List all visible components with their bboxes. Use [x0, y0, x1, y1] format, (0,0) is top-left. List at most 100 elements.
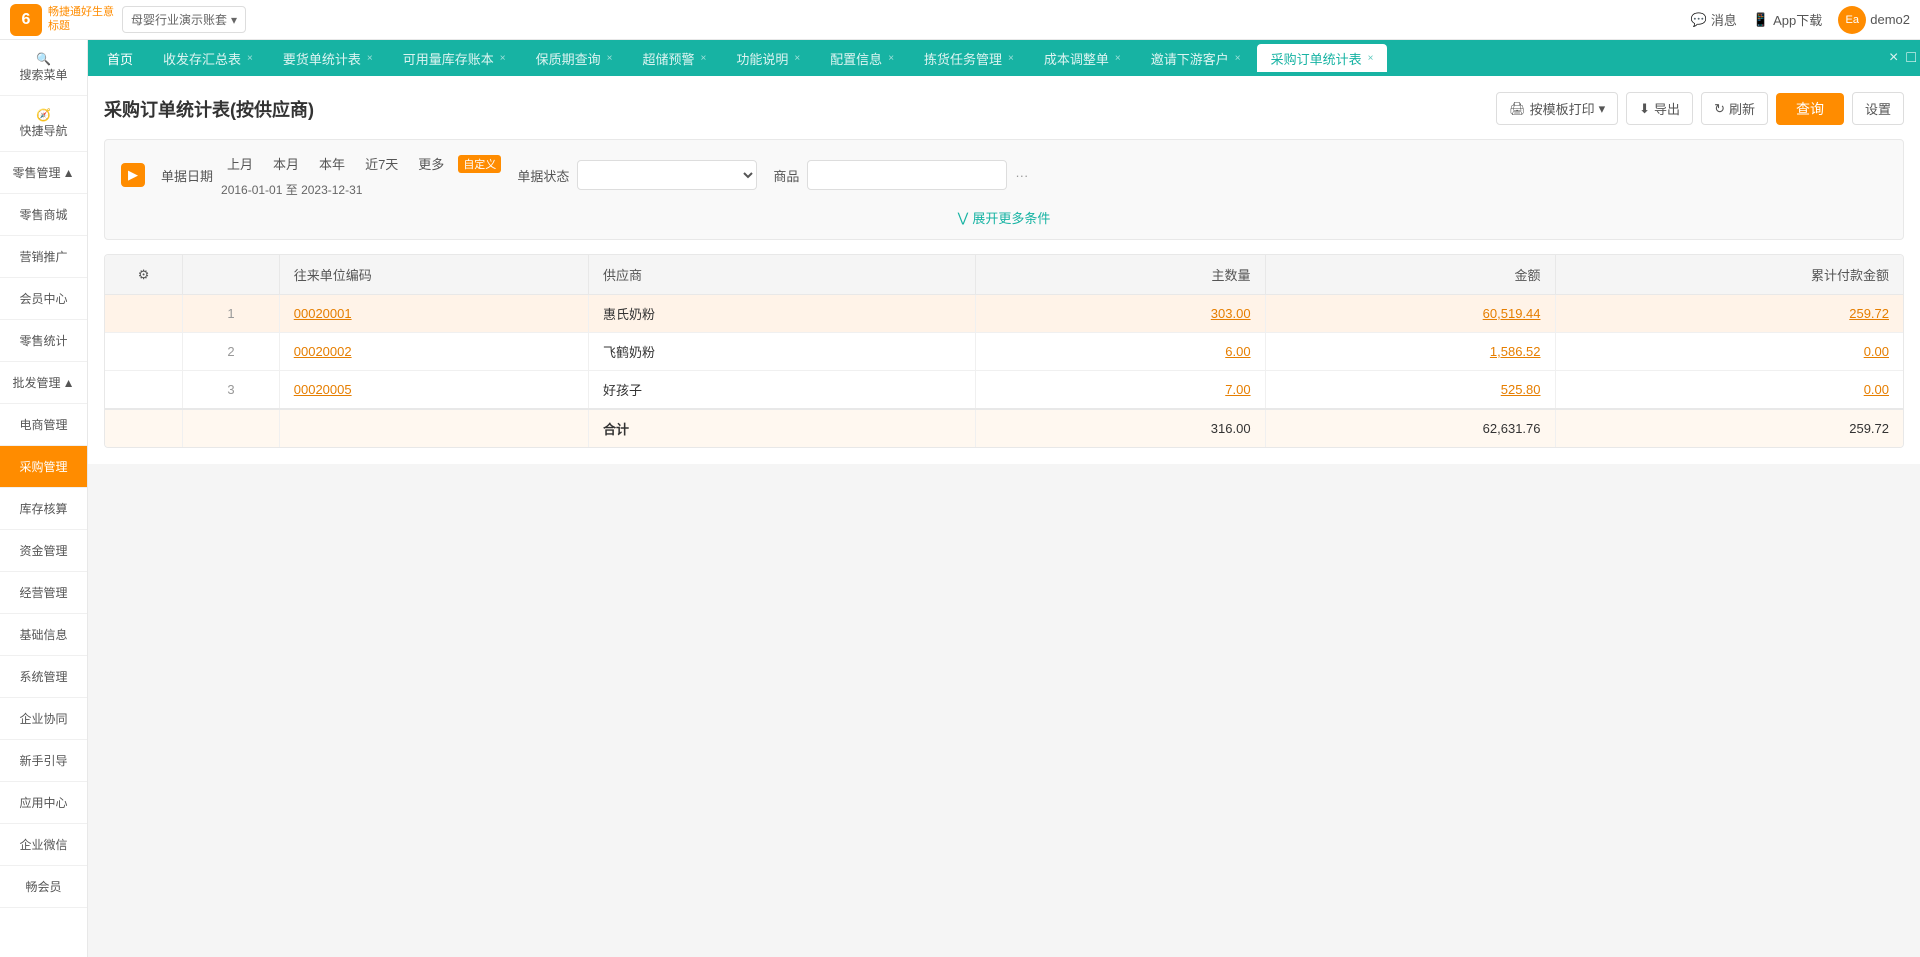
tab-pick-task[interactable]: 拣货任务管理 ×	[910, 44, 1028, 72]
export-button[interactable]: ⬇ 导出	[1626, 92, 1693, 125]
user-section[interactable]: Ea demo2	[1838, 6, 1910, 34]
invite-tab-label: 邀请下游客户	[1151, 49, 1229, 68]
sidebar-item-operation[interactable]: 经营管理	[0, 572, 87, 614]
tab-overstock[interactable]: 超储预警 ×	[628, 44, 720, 72]
filter-toggle-button[interactable]: ▶	[121, 163, 145, 187]
goods-more-icon[interactable]: ···	[1015, 168, 1028, 183]
sidebar-item-retail-stat[interactable]: 零售统计	[0, 320, 87, 362]
row-amount[interactable]: 525.80	[1265, 371, 1555, 410]
sidebar-item-inventory[interactable]: 库存核算	[0, 488, 87, 530]
sidebar-item-wholesale[interactable]: 批发管理 ▲	[0, 362, 87, 404]
purchase-stat-tab-label: 采购订单统计表	[1271, 49, 1362, 68]
compass-icon: 🧭	[4, 108, 83, 122]
date-option-this-year[interactable]: 本年	[313, 152, 351, 175]
filter-area: ▶ 单据日期 上月 本月 本年 近7天 更多	[104, 139, 1904, 240]
logo-area: 6 畅捷通好生意 标题	[10, 4, 114, 36]
tab-inventory-book[interactable]: 可用量库存账本 ×	[389, 44, 520, 72]
query-button[interactable]: 查询	[1776, 93, 1844, 125]
app-download-action[interactable]: 📱 App下载	[1753, 10, 1822, 29]
footer-index-cell	[183, 409, 280, 447]
row-qty[interactable]: 303.00	[975, 295, 1265, 333]
overstock-close-icon[interactable]: ×	[700, 53, 706, 64]
workspace-selector[interactable]: 母婴行业演示账套 ▾	[122, 6, 246, 33]
date-option-this-month[interactable]: 本月	[267, 152, 305, 175]
tab-home[interactable]: 首页	[93, 44, 147, 72]
refresh-button[interactable]: ↻ 刷新	[1701, 92, 1768, 125]
sidebar-item-vip[interactable]: 畅会员	[0, 866, 87, 908]
sidebar-item-enterprise[interactable]: 企业协同	[0, 698, 87, 740]
purchase-summary-close-icon[interactable]: ×	[367, 53, 373, 64]
sidebar-item-appcenter[interactable]: 应用中心	[0, 782, 87, 824]
expand-filters-button[interactable]: ⋁ 展开更多条件	[958, 208, 1051, 227]
table-row: 3 00020005 好孩子 7.00 525.80 0.00	[105, 371, 1903, 410]
sidebar-item-search[interactable]: 🔍 搜索菜单	[0, 40, 87, 96]
sidebar-item-retail-mall[interactable]: 零售商城	[0, 194, 87, 236]
sidebar-item-member[interactable]: 会员中心	[0, 278, 87, 320]
sidebar-item-capital[interactable]: 资金管理	[0, 530, 87, 572]
tab-expiry[interactable]: 保质期查询 ×	[522, 44, 627, 72]
filter-arrow-icon: ▶	[128, 167, 138, 183]
custom-badge[interactable]: 自定义	[458, 155, 501, 173]
user-name: demo2	[1870, 12, 1910, 27]
cost-adjust-close-icon[interactable]: ×	[1115, 53, 1121, 64]
sidebar-item-wechat[interactable]: 企业微信	[0, 824, 87, 866]
invite-close-icon[interactable]: ×	[1235, 53, 1241, 64]
footer-paid: 259.72	[1555, 409, 1903, 447]
config-close-icon[interactable]: ×	[888, 53, 894, 64]
printer-icon: 🖨	[1509, 101, 1526, 117]
sidebar-item-ecom[interactable]: 电商管理	[0, 404, 87, 446]
sidebar-item-marketing[interactable]: 营销推广	[0, 236, 87, 278]
row-qty[interactable]: 6.00	[975, 333, 1265, 371]
expand-icon: ▲	[63, 166, 75, 180]
row-paid[interactable]: 0.00	[1555, 333, 1903, 371]
setting-button[interactable]: 设置	[1852, 92, 1904, 125]
tab-purchase-summary[interactable]: 要货单统计表 ×	[269, 44, 387, 72]
row-amount[interactable]: 60,519.44	[1265, 295, 1555, 333]
sidebar-item-retail[interactable]: 零售管理 ▲	[0, 152, 87, 194]
phone-icon: 📱	[1753, 12, 1769, 28]
row-amount[interactable]: 1,586.52	[1265, 333, 1555, 371]
sidebar-item-base[interactable]: 基础信息	[0, 614, 87, 656]
th-index	[183, 255, 280, 295]
tab-invite[interactable]: 邀请下游客户 ×	[1137, 44, 1255, 72]
row-qty[interactable]: 7.00	[975, 371, 1265, 410]
table-row: 2 00020002 飞鹤奶粉 6.00 1,586.52 0.00	[105, 333, 1903, 371]
date-option-last-month[interactable]: 上月	[221, 152, 259, 175]
footer-row: 合计 316.00 62,631.76 259.72	[105, 409, 1903, 447]
sidebar-item-newguide[interactable]: 新手引导	[0, 740, 87, 782]
goods-input[interactable]	[807, 160, 1007, 190]
row-index: 2	[183, 333, 280, 371]
expiry-close-icon[interactable]: ×	[607, 53, 613, 64]
tab-func-desc[interactable]: 功能说明 ×	[722, 44, 814, 72]
tab-cost-adjust[interactable]: 成本调整单 ×	[1030, 44, 1135, 72]
date-options-block: 上月 本月 本年 近7天 更多 自定义 2016-01-01 至 2023-12…	[221, 152, 501, 198]
purchase-stat-close-icon[interactable]: ×	[1368, 53, 1374, 64]
row-paid[interactable]: 259.72	[1555, 295, 1903, 333]
row-code[interactable]: 00020005	[279, 371, 588, 410]
sidebar-item-system[interactable]: 系统管理	[0, 656, 87, 698]
print-button[interactable]: 🖨 按模板打印 ▾	[1496, 92, 1618, 125]
row-code[interactable]: 00020001	[279, 295, 588, 333]
status-select[interactable]	[577, 160, 757, 190]
pick-task-close-icon[interactable]: ×	[1008, 53, 1014, 64]
close-all-tabs-button[interactable]: ×	[1889, 49, 1898, 67]
row-code[interactable]: 00020002	[279, 333, 588, 371]
date-option-7days[interactable]: 近7天	[359, 152, 404, 175]
top-bar: 6 畅捷通好生意 标题 母婴行业演示账套 ▾ 💬 消息 📱 App下载 Ea d…	[0, 0, 1920, 40]
date-option-more[interactable]: 更多	[412, 152, 450, 175]
receivable-close-icon[interactable]: ×	[247, 53, 253, 64]
row-index: 1	[183, 295, 280, 333]
messages-action[interactable]: 💬 消息	[1691, 10, 1737, 29]
gear-settings-icon[interactable]: ⚙	[138, 267, 150, 282]
sidebar-item-purchase[interactable]: 采购管理	[0, 446, 87, 488]
tab-config[interactable]: 配置信息 ×	[816, 44, 908, 72]
inventory-book-close-icon[interactable]: ×	[500, 53, 506, 64]
sidebar-item-quick-nav[interactable]: 🧭 快捷导航	[0, 96, 87, 152]
chevron-down-filter-icon: ⋁	[958, 210, 969, 226]
func-desc-close-icon[interactable]: ×	[794, 53, 800, 64]
print-dropdown-icon: ▾	[1599, 101, 1606, 117]
maximize-button[interactable]: □	[1906, 49, 1916, 67]
tab-receivable[interactable]: 收发存汇总表 ×	[149, 44, 267, 72]
row-paid[interactable]: 0.00	[1555, 371, 1903, 410]
tab-purchase-stat[interactable]: 采购订单统计表 ×	[1257, 44, 1388, 72]
